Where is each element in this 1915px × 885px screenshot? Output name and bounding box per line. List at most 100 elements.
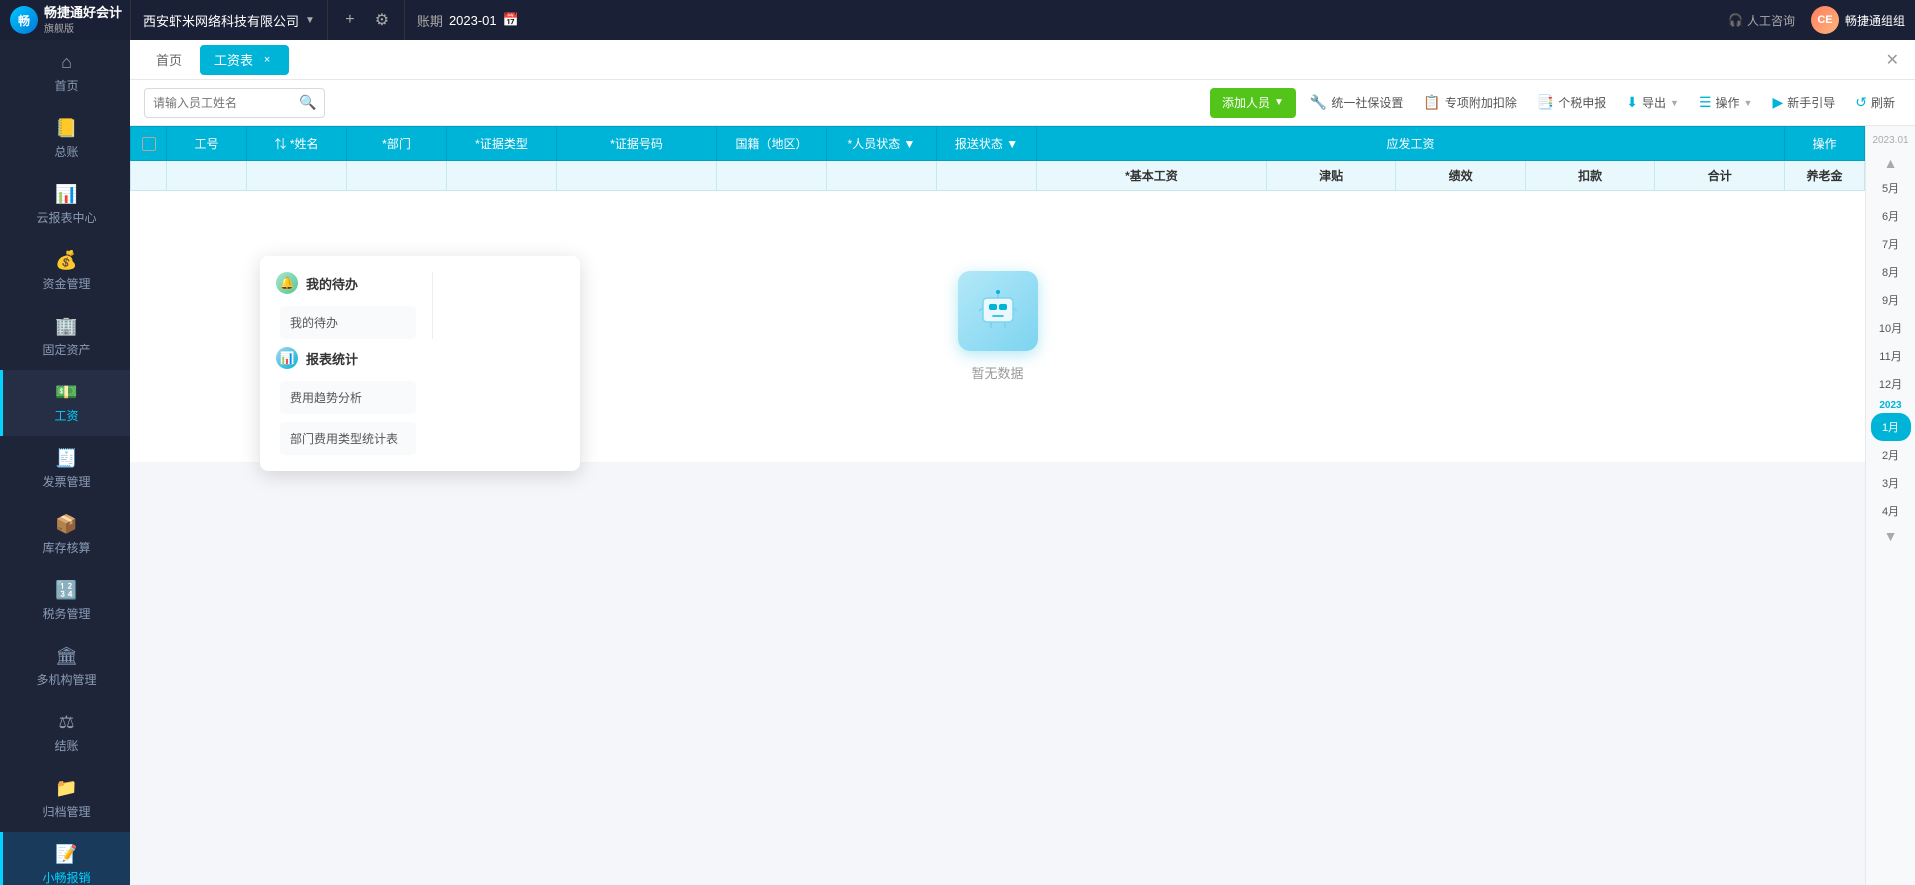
- popup-section-todo: 🔔 我的待办 我的待办: [276, 272, 416, 339]
- month-item-11[interactable]: 11月: [1871, 342, 1911, 370]
- th-id-type: *证据类型: [447, 127, 557, 161]
- month-item-3[interactable]: 3月: [1871, 469, 1911, 497]
- tab-home-label: 首页: [156, 50, 182, 69]
- th-nation: 国籍（地区）: [717, 127, 827, 161]
- sidebar-item-reports[interactable]: 📊 云报表中心: [0, 172, 130, 238]
- archive-icon: 📁: [55, 778, 77, 799]
- guide-label: 新手引导: [1787, 94, 1835, 111]
- sidebar-item-home[interactable]: ⌂ 首页: [0, 40, 130, 106]
- invoice-icon: 🧾: [55, 448, 77, 469]
- th2-status: [827, 161, 937, 191]
- sidebar-label-ledger: 总账: [54, 143, 78, 160]
- tax-declare-label: 个税申报: [1558, 94, 1606, 111]
- month-item-10[interactable]: 10月: [1871, 314, 1911, 342]
- add-button[interactable]: +: [336, 6, 364, 34]
- search-input[interactable]: [153, 96, 293, 110]
- th-name: ⇅ *姓名: [247, 127, 347, 161]
- sidebar-label-xiaochang: 小畅报销: [42, 869, 90, 885]
- company-name: 西安虾米网络科技有限公司: [143, 11, 299, 30]
- th2-performance: 绩效: [1396, 161, 1526, 191]
- refresh-action[interactable]: ↺ 刷新: [1849, 88, 1901, 118]
- guide-action[interactable]: ▶ 新手引导: [1766, 88, 1841, 118]
- period-label: 账期: [417, 11, 443, 30]
- tab-payroll[interactable]: 工资表 ×: [200, 45, 289, 75]
- sidebar-label-tax: 税务管理: [42, 605, 90, 622]
- close-all-button[interactable]: ✕: [1882, 46, 1903, 74]
- salary-icon: 💵: [55, 382, 77, 403]
- calendar-icon[interactable]: 📅: [503, 12, 519, 28]
- sidebar-label-assets: 固定资产: [42, 341, 90, 358]
- add-person-button[interactable]: 添加人员 ▼: [1210, 88, 1296, 118]
- month-item-4[interactable]: 4月: [1871, 497, 1911, 525]
- month-item-7[interactable]: 7月: [1871, 230, 1911, 258]
- sidebar-item-funds[interactable]: 💰 资金管理: [0, 238, 130, 304]
- th2-subsidy: 津贴: [1266, 161, 1396, 191]
- customer-service-btn[interactable]: 🎧 人工咨询: [1728, 12, 1795, 29]
- special-deduct-action[interactable]: 📋 专项附加扣除: [1417, 88, 1522, 118]
- th2-name: [247, 161, 347, 191]
- month-item-12[interactable]: 12月: [1871, 370, 1911, 398]
- sidebar-item-tax[interactable]: 🔢 税务管理: [0, 568, 130, 634]
- popup-item-expense-trend[interactable]: 费用趋势分析: [280, 381, 416, 414]
- toolbar: 🔍 添加人员 ▼ 🔧 统一社保设置 📋 专项附加扣除 📑 个税申报: [130, 80, 1915, 126]
- month-item-5[interactable]: 5月: [1871, 174, 1911, 202]
- sidebar-label-inventory: 库存核算: [42, 539, 90, 556]
- export-action[interactable]: ⬇ 导出 ▼: [1620, 88, 1685, 118]
- month-item-9[interactable]: 9月: [1871, 286, 1911, 314]
- sidebar-item-xiaochang[interactable]: 📝 小畅报销 ◀: [0, 832, 130, 885]
- popup-item-dept-expense[interactable]: 部门费用类型统计表: [280, 422, 416, 455]
- tax-declare-action[interactable]: 📑 个税申报: [1531, 88, 1612, 118]
- search-box: 🔍: [144, 88, 325, 118]
- sidebar: ⌂ 首页 📒 总账 📊 云报表中心 💰 资金管理 🏢 固定资产 💵 工资 🧾 发…: [0, 40, 130, 885]
- funds-icon: 💰: [55, 250, 77, 271]
- settings-icon[interactable]: ⚙: [368, 6, 396, 34]
- sidebar-item-inventory[interactable]: 📦 库存核算: [0, 502, 130, 568]
- month-item-6[interactable]: 6月: [1871, 202, 1911, 230]
- sidebar-label-archive: 归档管理: [42, 803, 90, 820]
- select-all-checkbox[interactable]: [142, 137, 156, 151]
- month-item-2[interactable]: 2月: [1871, 441, 1911, 469]
- customer-service-label: 人工咨询: [1747, 12, 1795, 29]
- th2-id: [167, 161, 247, 191]
- sidebar-label-multiorg: 多机构管理: [36, 671, 96, 688]
- sidebar-item-salary[interactable]: 💵 工资: [0, 370, 130, 436]
- company-selector[interactable]: 西安虾米网络科技有限公司 ▼: [130, 0, 327, 40]
- special-deduct-icon: 📋: [1423, 94, 1440, 111]
- logo-title: 畅捷通好会计: [44, 5, 122, 21]
- sidebar-item-settlement[interactable]: ⚖ 结账: [0, 700, 130, 766]
- sidebar-label-reports: 云报表中心: [36, 209, 96, 226]
- sidebar-item-invoice[interactable]: 🧾 发票管理: [0, 436, 130, 502]
- tab-home[interactable]: 首页: [142, 45, 196, 75]
- sidebar-label-settlement: 结账: [54, 737, 78, 754]
- main-layout: ⌂ 首页 📒 总账 📊 云报表中心 💰 资金管理 🏢 固定资产 💵 工资 🧾 发…: [0, 40, 1915, 885]
- refresh-label: 刷新: [1871, 94, 1895, 111]
- sidebar-item-assets[interactable]: 🏢 固定资产: [0, 304, 130, 370]
- popup-item-my-todo[interactable]: 我的待办: [280, 306, 416, 339]
- th2-nation: [717, 161, 827, 191]
- month-nav-down-button[interactable]: ▼: [1875, 525, 1907, 547]
- month-item-1-active[interactable]: 1月: [1871, 413, 1911, 441]
- logo-initials: 畅: [18, 12, 30, 29]
- export-label: 导出: [1642, 94, 1666, 111]
- tab-bar: 首页 工资表 × ✕: [130, 40, 1915, 80]
- popup-section-todo-header: 🔔 我的待办: [276, 272, 416, 294]
- header-right: 🎧 人工咨询 CE 畅捷通组组: [1728, 6, 1905, 34]
- home-icon: ⌂: [61, 52, 72, 73]
- month-item-8[interactable]: 8月: [1871, 258, 1911, 286]
- month-nav-up-button[interactable]: ▲: [1875, 152, 1907, 174]
- sidebar-item-archive[interactable]: 📁 归档管理: [0, 766, 130, 832]
- search-icon[interactable]: 🔍: [299, 94, 316, 111]
- th-dept: *部门: [347, 127, 447, 161]
- th-report: 报送状态 ▼: [937, 127, 1037, 161]
- user-info[interactable]: CE 畅捷通组组: [1811, 6, 1905, 34]
- reports-section-icon: 📊: [276, 347, 298, 369]
- th2-ops: 养老金: [1785, 161, 1865, 191]
- operations-action[interactable]: ☰ 操作 ▼: [1693, 88, 1759, 118]
- sidebar-item-ledger[interactable]: 📒 总账: [0, 106, 130, 172]
- sidebar-item-multiorg[interactable]: 🏛 多机构管理: [0, 634, 130, 700]
- th-id-num: *证据号码: [557, 127, 717, 161]
- tax-icon: 🔢: [55, 580, 77, 601]
- header-actions: + ⚙: [327, 0, 404, 40]
- social-security-action[interactable]: 🔧 统一社保设置: [1304, 88, 1409, 118]
- tab-close-payroll[interactable]: ×: [259, 52, 275, 68]
